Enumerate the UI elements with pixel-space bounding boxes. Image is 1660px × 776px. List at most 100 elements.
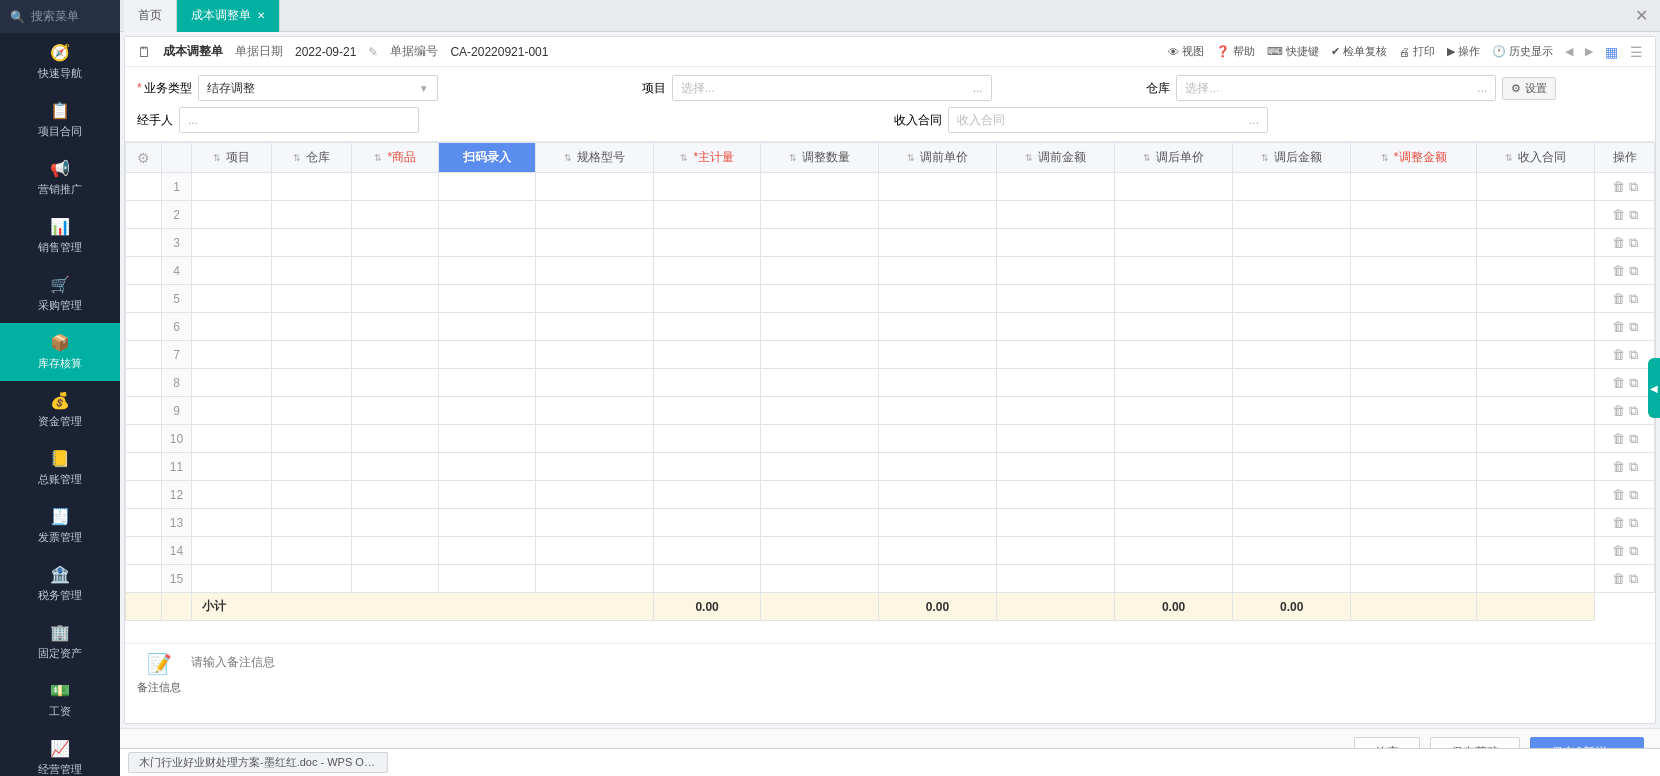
cell-income-contract-11[interactable] — [1476, 453, 1594, 481]
delete-row-icon-7[interactable]: 🗑 — [1612, 347, 1625, 363]
toolbar-operate[interactable]: ▶ 操作 — [1447, 44, 1480, 59]
cell-spec-12[interactable] — [536, 481, 654, 509]
cell-adj-qty-8[interactable] — [760, 369, 878, 397]
cell-pre-price-4[interactable] — [878, 257, 996, 285]
cell-post-price-7[interactable] — [1115, 341, 1233, 369]
cell-warehouse-14[interactable] — [271, 537, 351, 565]
cell-income-contract-14[interactable] — [1476, 537, 1594, 565]
cell-pre-amount-14[interactable] — [996, 537, 1114, 565]
cell-post-price-14[interactable] — [1115, 537, 1233, 565]
cell-pre-amount-12[interactable] — [996, 481, 1114, 509]
cell-project-3[interactable] — [192, 229, 272, 257]
sidebar-item-finance[interactable]: 💰 资金管理 — [0, 381, 120, 439]
cell-post-amount-14[interactable] — [1233, 537, 1351, 565]
cell-pre-amount-9[interactable] — [996, 397, 1114, 425]
cell-goods-7[interactable] — [351, 341, 438, 369]
cell-adj-amount-7[interactable] — [1351, 341, 1477, 369]
cell-unit-2[interactable] — [654, 201, 760, 229]
cell-post-amount-5[interactable] — [1233, 285, 1351, 313]
cell-adj-qty-14[interactable] — [760, 537, 878, 565]
toolbar-print[interactable]: 🖨 打印 — [1399, 44, 1435, 59]
delete-row-icon-10[interactable]: 🗑 — [1612, 431, 1625, 447]
cell-pre-price-13[interactable] — [878, 509, 996, 537]
copy-row-icon-8[interactable]: ⧉ — [1629, 375, 1638, 391]
tab-cost-adj[interactable]: 成本调整单 ✕ — [177, 0, 280, 32]
cell-warehouse-4[interactable] — [271, 257, 351, 285]
cell-post-price-9[interactable] — [1115, 397, 1233, 425]
cell-spec-11[interactable] — [536, 453, 654, 481]
cell-unit-1[interactable] — [654, 173, 760, 201]
settings-button[interactable]: ⚙ 设置 — [1502, 77, 1556, 100]
cell-unit-11[interactable] — [654, 453, 760, 481]
copy-row-icon-2[interactable]: ⧉ — [1629, 207, 1638, 223]
cell-pre-amount-15[interactable] — [996, 565, 1114, 593]
sidebar-search[interactable]: 🔍 搜索菜单 — [0, 0, 120, 33]
sidebar-item-quick-nav[interactable]: 🧭 快速导航 — [0, 33, 120, 91]
cell-scan-10[interactable] — [439, 425, 536, 453]
cell-post-amount-12[interactable] — [1233, 481, 1351, 509]
delete-row-icon-2[interactable]: 🗑 — [1612, 207, 1625, 223]
cell-adj-amount-14[interactable] — [1351, 537, 1477, 565]
cell-project-15[interactable] — [192, 565, 272, 593]
cell-unit-9[interactable] — [654, 397, 760, 425]
cell-warehouse-12[interactable] — [271, 481, 351, 509]
cell-pre-amount-13[interactable] — [996, 509, 1114, 537]
cell-adj-amount-6[interactable] — [1351, 313, 1477, 341]
list-view-icon[interactable]: ☰ — [1630, 44, 1643, 60]
cell-pre-amount-7[interactable] — [996, 341, 1114, 369]
delete-row-icon-9[interactable]: 🗑 — [1612, 403, 1625, 419]
cell-pre-price-15[interactable] — [878, 565, 996, 593]
cell-income-contract-3[interactable] — [1476, 229, 1594, 257]
cell-goods-8[interactable] — [351, 369, 438, 397]
delete-row-icon-8[interactable]: 🗑 — [1612, 375, 1625, 391]
cell-spec-13[interactable] — [536, 509, 654, 537]
cell-adj-amount-10[interactable] — [1351, 425, 1477, 453]
cell-spec-9[interactable] — [536, 397, 654, 425]
col-adj-amount-header[interactable]: ⇅ *调整金额 — [1351, 143, 1477, 173]
income-contract-input[interactable]: 收入合同 ... — [948, 107, 1268, 133]
cell-unit-12[interactable] — [654, 481, 760, 509]
cell-pre-amount-11[interactable] — [996, 453, 1114, 481]
cell-warehouse-11[interactable] — [271, 453, 351, 481]
col-unit-header[interactable]: ⇅ *主计量 — [654, 143, 760, 173]
cell-income-contract-5[interactable] — [1476, 285, 1594, 313]
copy-row-icon-6[interactable]: ⧉ — [1629, 319, 1638, 335]
tab-close-icon[interactable]: ✕ — [257, 10, 265, 21]
cell-project-4[interactable] — [192, 257, 272, 285]
delete-row-icon-15[interactable]: 🗑 — [1612, 571, 1625, 587]
cell-scan-15[interactable] — [439, 565, 536, 593]
cell-post-amount-15[interactable] — [1233, 565, 1351, 593]
cell-unit-13[interactable] — [654, 509, 760, 537]
toolbar-review[interactable]: ✔ 检单复核 — [1331, 44, 1387, 59]
cell-post-price-1[interactable] — [1115, 173, 1233, 201]
delete-row-icon-4[interactable]: 🗑 — [1612, 263, 1625, 279]
cell-income-contract-9[interactable] — [1476, 397, 1594, 425]
cell-unit-15[interactable] — [654, 565, 760, 593]
toolbar-view[interactable]: 👁 视图 — [1168, 44, 1204, 59]
cell-spec-7[interactable] — [536, 341, 654, 369]
cell-income-contract-6[interactable] — [1476, 313, 1594, 341]
cell-project-12[interactable] — [192, 481, 272, 509]
col-spec-header[interactable]: ⇅ 规格型号 — [536, 143, 654, 173]
cell-spec-4[interactable] — [536, 257, 654, 285]
cell-adj-qty-2[interactable] — [760, 201, 878, 229]
cell-pre-price-14[interactable] — [878, 537, 996, 565]
cell-post-amount-1[interactable] — [1233, 173, 1351, 201]
cell-adj-qty-3[interactable] — [760, 229, 878, 257]
cell-adj-amount-9[interactable] — [1351, 397, 1477, 425]
cell-warehouse-5[interactable] — [271, 285, 351, 313]
cell-adj-amount-8[interactable] — [1351, 369, 1477, 397]
cell-scan-12[interactable] — [439, 481, 536, 509]
cell-post-price-6[interactable] — [1115, 313, 1233, 341]
copy-row-icon-1[interactable]: ⧉ — [1629, 179, 1638, 195]
cell-warehouse-6[interactable] — [271, 313, 351, 341]
cell-post-amount-3[interactable] — [1233, 229, 1351, 257]
cell-post-amount-11[interactable] — [1233, 453, 1351, 481]
cell-adj-amount-2[interactable] — [1351, 201, 1477, 229]
cell-post-price-12[interactable] — [1115, 481, 1233, 509]
cell-project-11[interactable] — [192, 453, 272, 481]
cell-post-price-10[interactable] — [1115, 425, 1233, 453]
cell-pre-price-11[interactable] — [878, 453, 996, 481]
cell-post-amount-6[interactable] — [1233, 313, 1351, 341]
cell-project-13[interactable] — [192, 509, 272, 537]
